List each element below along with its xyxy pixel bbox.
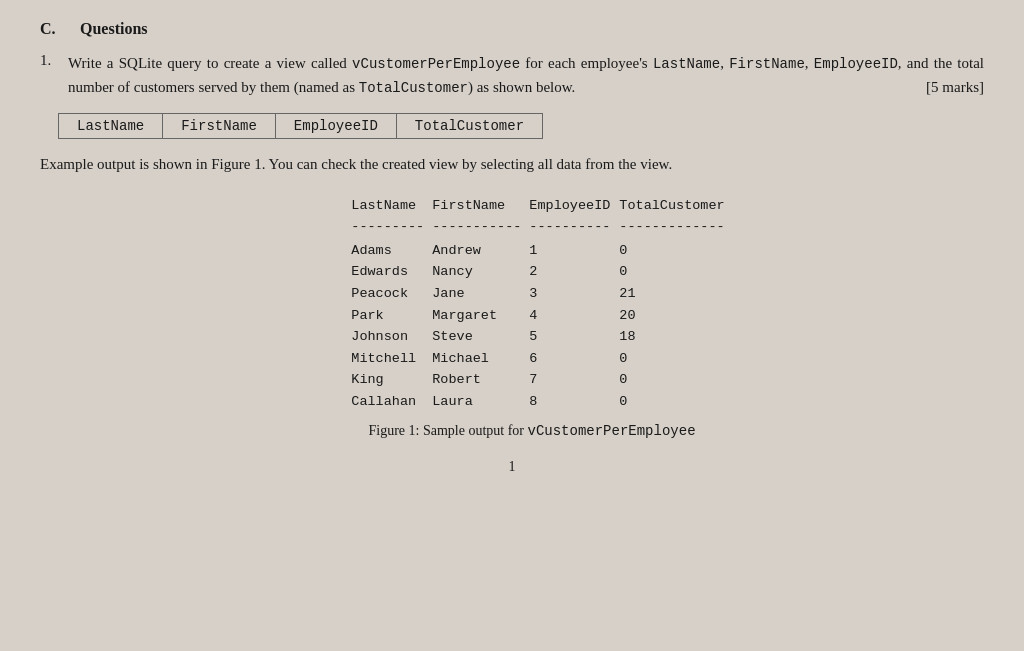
row5-empid: 5 (529, 326, 619, 348)
schema-col-firstname: FirstName (163, 114, 276, 139)
data-header-firstname: FirstName (432, 195, 529, 217)
row7-lastname: King (351, 369, 432, 391)
row8-empid: 8 (529, 391, 619, 413)
schema-col-lastname: LastName (59, 114, 163, 139)
row6-firstname: Michael (432, 348, 529, 370)
sep-1: --------- (351, 216, 432, 240)
figure-view-name: vCustomerPerEmployee (528, 423, 696, 439)
figure-caption-text: Figure 1: Sample output for (368, 423, 527, 438)
section-title: Questions (80, 20, 148, 38)
data-header-row: LastName FirstName EmployeeID TotalCusto… (351, 195, 732, 217)
question-text-before: Write a SQLite query to create a view ca… (68, 55, 352, 71)
table-row: Park Margaret 4 20 (351, 305, 732, 327)
data-table: LastName FirstName EmployeeID TotalCusto… (351, 195, 732, 413)
section-heading: C. Questions (40, 20, 984, 38)
row3-empid: 3 (529, 283, 619, 305)
figure-caption: Figure 1: Sample output for vCustomerPer… (40, 423, 984, 439)
row8-lastname: Callahan (351, 391, 432, 413)
row8-firstname: Laura (432, 391, 529, 413)
row7-empid: 7 (529, 369, 619, 391)
table-row: King Robert 7 0 (351, 369, 732, 391)
question-text-end: ) as shown below. (468, 79, 575, 95)
schema-col-totalcustomer: TotalCustomer (396, 114, 542, 139)
field-firstname: FirstName (729, 56, 805, 72)
row6-empid: 6 (529, 348, 619, 370)
row4-total: 20 (619, 305, 732, 327)
row6-lastname: Mitchell (351, 348, 432, 370)
question-text-middle1: for each employee's (520, 55, 653, 71)
row3-total: 21 (619, 283, 732, 305)
row3-lastname: Peacock (351, 283, 432, 305)
row5-total: 18 (619, 326, 732, 348)
row4-lastname: Park (351, 305, 432, 327)
sep-3: ---------- (529, 216, 619, 240)
data-header-total: TotalCustomer (619, 195, 732, 217)
data-output: LastName FirstName EmployeeID TotalCusto… (291, 195, 732, 413)
row1-empid: 1 (529, 240, 619, 262)
separator-row: --------- ----------- ---------- -------… (351, 216, 732, 240)
comma1: , (720, 55, 729, 71)
row4-firstname: Margaret (432, 305, 529, 327)
field-employeeid: EmployeeID (814, 56, 898, 72)
row4-empid: 4 (529, 305, 619, 327)
row2-lastname: Edwards (351, 261, 432, 283)
row1-total: 0 (619, 240, 732, 262)
table-row: Peacock Jane 3 21 (351, 283, 732, 305)
row3-firstname: Jane (432, 283, 529, 305)
row6-total: 0 (619, 348, 732, 370)
section-letter: C. (40, 20, 60, 38)
table-row: Johnson Steve 5 18 (351, 326, 732, 348)
marks-label: [5 marks] (926, 76, 984, 99)
question-text: Write a SQLite query to create a view ca… (68, 52, 984, 99)
row7-total: 0 (619, 369, 732, 391)
table-row: Callahan Laura 8 0 (351, 391, 732, 413)
row5-lastname: Johnson (351, 326, 432, 348)
data-header-empid: EmployeeID (529, 195, 619, 217)
row2-firstname: Nancy (432, 261, 529, 283)
data-header-lastname: LastName (351, 195, 432, 217)
question-number: 1. (40, 52, 58, 69)
schema-col-employeeid: EmployeeID (275, 114, 396, 139)
comma2: , (805, 55, 814, 71)
page-number: 1 (40, 459, 984, 475)
row5-firstname: Steve (432, 326, 529, 348)
row1-firstname: Andrew (432, 240, 529, 262)
example-text: Example output is shown in Figure 1. You… (40, 153, 984, 176)
row1-lastname: Adams (351, 240, 432, 262)
table-row: Adams Andrew 1 0 (351, 240, 732, 262)
row2-total: 0 (619, 261, 732, 283)
schema-header-row: LastName FirstName EmployeeID TotalCusto… (59, 114, 543, 139)
row2-empid: 2 (529, 261, 619, 283)
view-name-inline: vCustomerPerEmployee (352, 56, 520, 72)
question-1-block: 1. Write a SQLite query to create a view… (40, 52, 984, 99)
sep-2: ----------- (432, 216, 529, 240)
schema-table: LastName FirstName EmployeeID TotalCusto… (58, 113, 543, 139)
row7-firstname: Robert (432, 369, 529, 391)
table-row: Edwards Nancy 2 0 (351, 261, 732, 283)
sep-4: ------------- (619, 216, 732, 240)
table-row: Mitchell Michael 6 0 (351, 348, 732, 370)
field-lastname: LastName (653, 56, 720, 72)
field-totalcustomer: TotalCustomer (359, 80, 468, 96)
row8-total: 0 (619, 391, 732, 413)
